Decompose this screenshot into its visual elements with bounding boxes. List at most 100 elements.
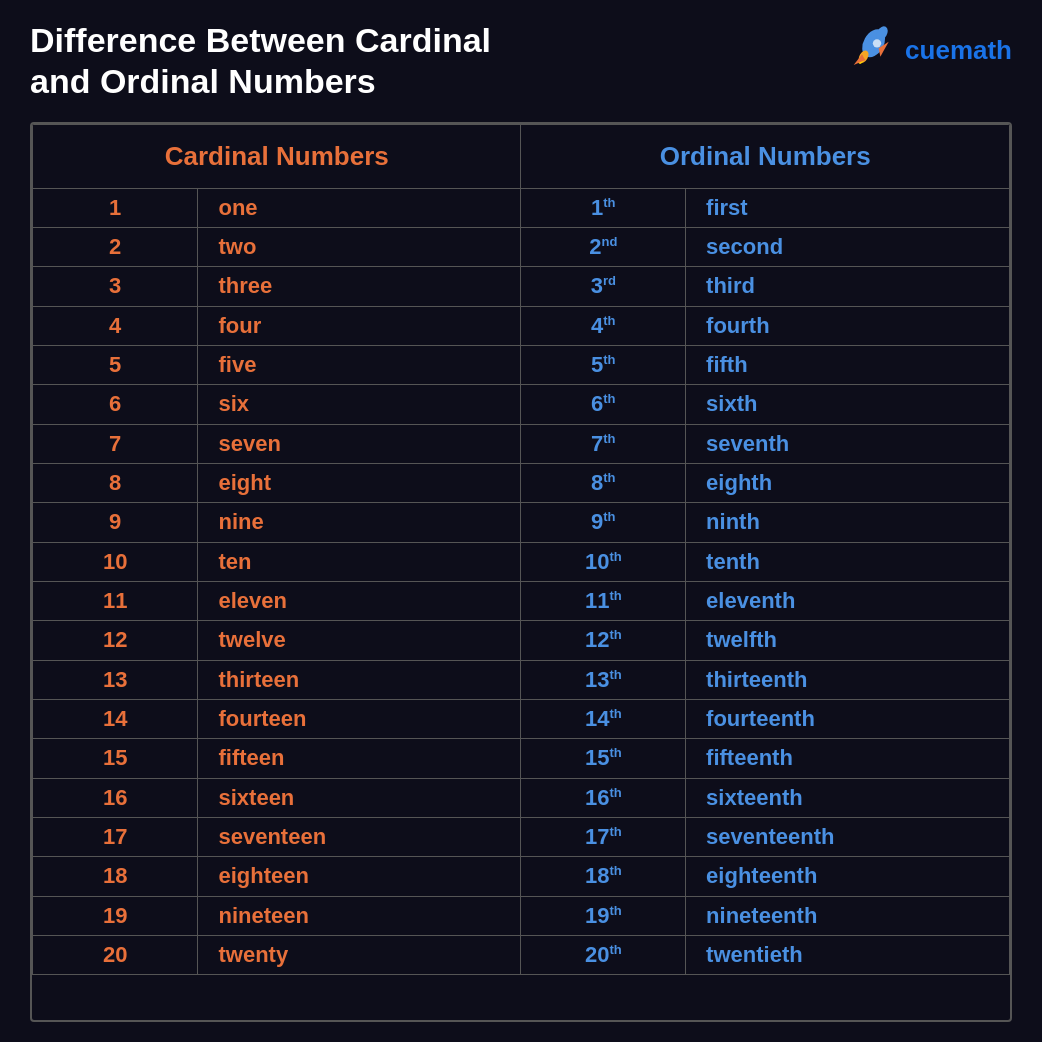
ordinal-word: first	[686, 188, 1010, 227]
cardinal-number: 20	[33, 935, 198, 974]
cardinal-word: seven	[198, 424, 521, 463]
ordinal-number: 18th	[521, 857, 686, 896]
cardinal-number: 18	[33, 857, 198, 896]
cardinal-number: 3	[33, 267, 198, 306]
ordinal-number: 12th	[521, 621, 686, 660]
cardinal-number: 11	[33, 581, 198, 620]
ordinal-word: eighth	[686, 463, 1010, 502]
table-row: 6 six 6th sixth	[33, 385, 1010, 424]
logo-area: cuemath	[847, 25, 1012, 75]
cardinal-number: 13	[33, 660, 198, 699]
ordinal-word: fourth	[686, 306, 1010, 345]
cardinal-number: 8	[33, 463, 198, 502]
cardinal-word: five	[198, 345, 521, 384]
cardinal-word: seventeen	[198, 817, 521, 856]
page-wrapper: Difference Between Cardinal and Ordinal …	[0, 0, 1042, 1042]
cardinal-number: 2	[33, 227, 198, 266]
cardinal-word: twenty	[198, 935, 521, 974]
cardinal-number: 9	[33, 503, 198, 542]
table-row: 12 twelve 12th twelfth	[33, 621, 1010, 660]
ordinal-number: 7th	[521, 424, 686, 463]
table-row: 1 one 1th first	[33, 188, 1010, 227]
cardinal-word: six	[198, 385, 521, 424]
ordinal-word: seventh	[686, 424, 1010, 463]
ordinal-word: second	[686, 227, 1010, 266]
ordinal-word: twentieth	[686, 935, 1010, 974]
cardinal-word: ten	[198, 542, 521, 581]
table-row: 14 fourteen 14th fourteenth	[33, 699, 1010, 738]
table-row: 10 ten 10th tenth	[33, 542, 1010, 581]
table-row: 5 five 5th fifth	[33, 345, 1010, 384]
logo-text: cuemath	[905, 35, 1012, 66]
ordinal-number: 11th	[521, 581, 686, 620]
ordinal-number: 19th	[521, 896, 686, 935]
ordinal-number: 13th	[521, 660, 686, 699]
cardinal-word: fifteen	[198, 739, 521, 778]
table-row: 3 three 3rd third	[33, 267, 1010, 306]
ordinal-number: 6th	[521, 385, 686, 424]
ordinal-number: 16th	[521, 778, 686, 817]
table-row: 18 eighteen 18th eighteenth	[33, 857, 1010, 896]
ordinal-number: 2nd	[521, 227, 686, 266]
cardinal-header: Cardinal Numbers	[33, 124, 521, 188]
cardinal-word: eight	[198, 463, 521, 502]
svg-point-2	[873, 39, 881, 47]
cardinal-word: thirteen	[198, 660, 521, 699]
ordinal-number: 20th	[521, 935, 686, 974]
cardinal-word: fourteen	[198, 699, 521, 738]
table-row: 4 four 4th fourth	[33, 306, 1010, 345]
ordinal-word: eighteenth	[686, 857, 1010, 896]
table-container: Cardinal Numbers Ordinal Numbers 1 one 1…	[30, 122, 1012, 1022]
table-row: 17 seventeen 17th seventeenth	[33, 817, 1010, 856]
table-row: 19 nineteen 19th nineteenth	[33, 896, 1010, 935]
ordinal-word: third	[686, 267, 1010, 306]
cardinal-number: 19	[33, 896, 198, 935]
ordinal-word: sixteenth	[686, 778, 1010, 817]
table-row: 9 nine 9th ninth	[33, 503, 1010, 542]
cardinal-word: two	[198, 227, 521, 266]
ordinal-word: sixth	[686, 385, 1010, 424]
cardinal-word: nine	[198, 503, 521, 542]
ordinal-number: 1th	[521, 188, 686, 227]
ordinal-number: 10th	[521, 542, 686, 581]
ordinal-number: 5th	[521, 345, 686, 384]
page-title: Difference Between Cardinal and Ordinal …	[30, 20, 491, 102]
ordinal-word: eleventh	[686, 581, 1010, 620]
ordinal-word: fourteenth	[686, 699, 1010, 738]
table-row: 16 sixteen 16th sixteenth	[33, 778, 1010, 817]
cardinal-number: 16	[33, 778, 198, 817]
ordinal-word: fifth	[686, 345, 1010, 384]
table-row: 11 eleven 11th eleventh	[33, 581, 1010, 620]
ordinal-word: thirteenth	[686, 660, 1010, 699]
cardinal-number: 14	[33, 699, 198, 738]
cardinal-word: three	[198, 267, 521, 306]
ordinal-number: 3rd	[521, 267, 686, 306]
header: Difference Between Cardinal and Ordinal …	[30, 20, 1012, 102]
title-line2: and Ordinal Numbers	[30, 62, 376, 100]
ordinal-word: nineteenth	[686, 896, 1010, 935]
cardinal-word: sixteen	[198, 778, 521, 817]
ordinal-number: 14th	[521, 699, 686, 738]
ordinal-number: 17th	[521, 817, 686, 856]
ordinal-word: ninth	[686, 503, 1010, 542]
cardinal-number: 7	[33, 424, 198, 463]
table-body: 1 one 1th first 2 two 2nd second 3 three…	[33, 188, 1010, 975]
cardinal-number: 10	[33, 542, 198, 581]
table-row: 2 two 2nd second	[33, 227, 1010, 266]
cardinal-number: 4	[33, 306, 198, 345]
cardinal-number: 15	[33, 739, 198, 778]
cardinal-word: four	[198, 306, 521, 345]
cardinal-number: 6	[33, 385, 198, 424]
ordinal-word: seventeenth	[686, 817, 1010, 856]
title-line1: Difference Between Cardinal	[30, 21, 491, 59]
cardinal-number: 1	[33, 188, 198, 227]
table-row: 20 twenty 20th twentieth	[33, 935, 1010, 974]
table-header-row: Cardinal Numbers Ordinal Numbers	[33, 124, 1010, 188]
ordinal-header: Ordinal Numbers	[521, 124, 1010, 188]
rocket-icon	[847, 25, 897, 75]
ordinal-number: 8th	[521, 463, 686, 502]
table-row: 15 fifteen 15th fifteenth	[33, 739, 1010, 778]
cardinal-number: 17	[33, 817, 198, 856]
cardinal-word: one	[198, 188, 521, 227]
numbers-table: Cardinal Numbers Ordinal Numbers 1 one 1…	[32, 124, 1010, 976]
